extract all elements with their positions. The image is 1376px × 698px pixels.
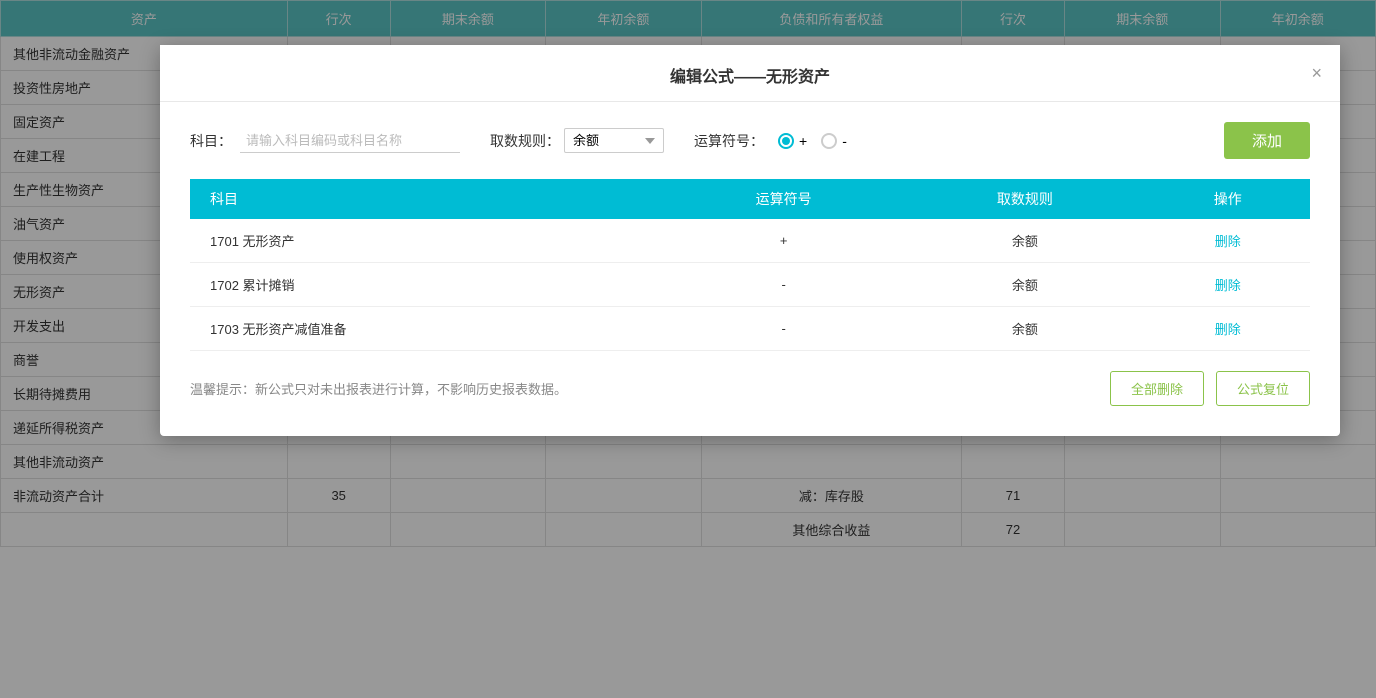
operator-cell: + — [663, 219, 904, 263]
delete-link[interactable]: 删除 — [1215, 234, 1241, 249]
delete-link[interactable]: 删除 — [1215, 278, 1241, 293]
subject-input[interactable] — [240, 129, 460, 153]
reset-button[interactable]: 公式复位 — [1216, 371, 1310, 406]
operator-minus-label: - — [842, 133, 847, 149]
subject-field: 科目： — [190, 129, 460, 153]
rule-cell: 余额 — [904, 263, 1145, 307]
hint-text: 温馨提示：新公式只对未出报表进行计算，不影响历史报表数据。 — [190, 379, 567, 398]
modal-col-header: 科目 — [190, 179, 663, 219]
delete-link[interactable]: 删除 — [1215, 322, 1241, 337]
table-row: 1703 无形资产减值准备-余额 删除 — [190, 307, 1310, 351]
modal-header: 编辑公式——无形资产 × — [160, 45, 1340, 102]
operator-label: 运算符号： — [694, 131, 764, 151]
rule-cell: 余额 — [904, 307, 1145, 351]
table-header-row: 科目运算符号取数规则操作 — [190, 179, 1310, 219]
modal-title: 编辑公式——无形资产 — [670, 69, 830, 86]
rule-select[interactable]: 余额 借方发生额 贷方发生额 — [564, 128, 664, 153]
modal-col-header: 运算符号 — [663, 179, 904, 219]
operator-cell: - — [663, 263, 904, 307]
add-button[interactable]: 添加 — [1224, 122, 1310, 159]
delete-all-button[interactable]: 全部删除 — [1110, 371, 1204, 406]
rule-label: 取数规则： — [490, 131, 560, 151]
subject-cell: 1703 无形资产减值准备 — [190, 307, 663, 351]
formula-table: 科目运算符号取数规则操作 1701 无形资产+余额删除1702 累计摊销-余额删… — [190, 179, 1310, 351]
operator-cell: - — [663, 307, 904, 351]
table-row: 1701 无形资产+余额 删除 — [190, 219, 1310, 263]
footer-buttons: 全部删除 公式复位 — [1110, 371, 1310, 406]
subject-label: 科目： — [190, 131, 232, 151]
operator-plus-radio[interactable] — [778, 133, 794, 149]
modal-col-header: 取数规则 — [904, 179, 1145, 219]
action-cell: 删除 — [1145, 263, 1310, 307]
operator-minus-option[interactable]: - — [821, 133, 847, 149]
modal-footer: 温馨提示：新公式只对未出报表进行计算，不影响历史报表数据。 全部删除 公式复位 — [160, 351, 1340, 406]
operator-plus-option[interactable]: + — [778, 133, 807, 149]
subject-cell: 1702 累计摊销 — [190, 263, 663, 307]
form-row: 科目： 取数规则： 余额 借方发生额 贷方发生额 运算符号： + - 添加 — [160, 102, 1340, 179]
close-button[interactable]: × — [1311, 64, 1322, 82]
action-cell: 删除 — [1145, 219, 1310, 263]
operator-plus-label: + — [799, 133, 807, 149]
modal-col-header: 操作 — [1145, 179, 1310, 219]
rule-field: 取数规则： 余额 借方发生额 贷方发生额 — [490, 128, 664, 153]
operator-group: 运算符号： + - — [694, 131, 847, 151]
data-table-wrapper: 科目运算符号取数规则操作 1701 无形资产+余额删除1702 累计摊销-余额删… — [160, 179, 1340, 351]
operator-minus-radio[interactable] — [821, 133, 837, 149]
subject-cell: 1701 无形资产 — [190, 219, 663, 263]
rule-cell: 余额 — [904, 219, 1145, 263]
edit-formula-modal: 编辑公式——无形资产 × 科目： 取数规则： 余额 借方发生额 贷方发生额 运算… — [160, 45, 1340, 436]
table-row: 1702 累计摊销-余额 删除 — [190, 263, 1310, 307]
action-cell: 删除 — [1145, 307, 1310, 351]
table-body: 1701 无形资产+余额删除1702 累计摊销-余额删除1703 无形资产减值准… — [190, 219, 1310, 351]
